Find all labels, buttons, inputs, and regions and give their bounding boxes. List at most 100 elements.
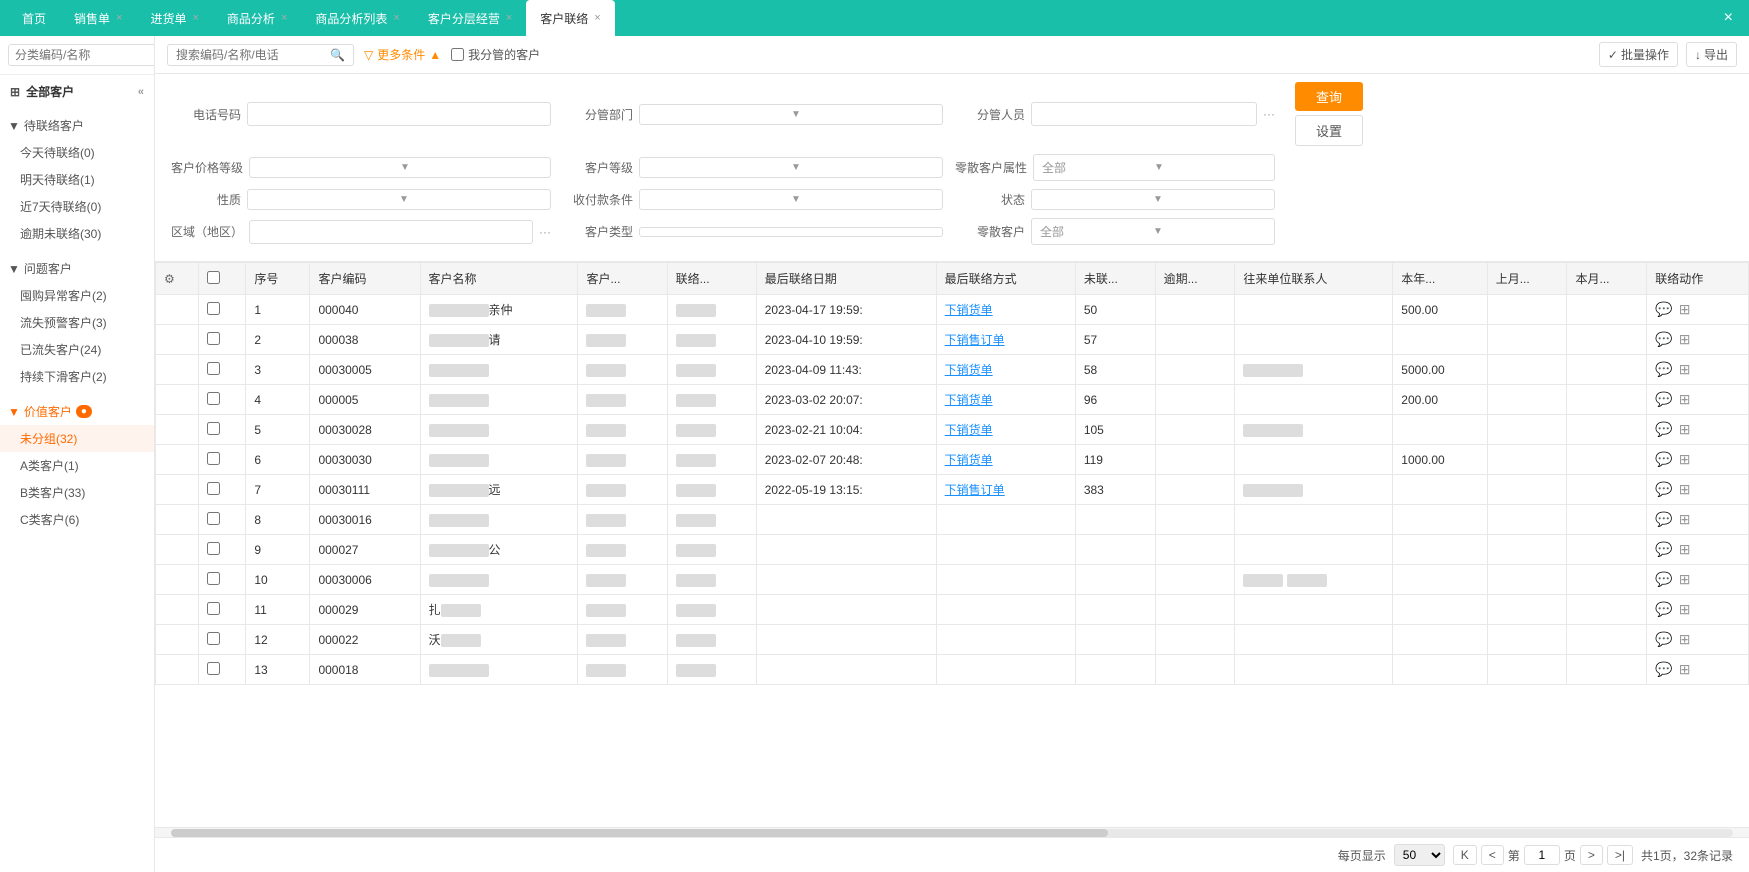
grid-action-icon[interactable]: ⊞ [1679,481,1691,498]
customer-grade-select[interactable]: ▼ [639,157,943,178]
staff-input[interactable] [1031,102,1257,126]
th-this-month[interactable]: 本月... [1567,263,1647,295]
chat-icon[interactable]: 💬 [1655,601,1672,618]
next-page-btn[interactable]: > [1580,845,1603,865]
gender-select[interactable]: ▼ [247,189,551,210]
td-check[interactable] [199,655,246,685]
td-last-method[interactable] [936,535,1075,565]
row-check[interactable] [207,662,220,675]
sidebar-item-ungroup[interactable]: 未分组(32) [0,425,154,452]
row-check[interactable] [207,422,220,435]
sidebar-item-churn-warn[interactable]: 流失预警客户(3) [0,309,154,336]
tab-product-analysis-close[interactable]: × [281,12,287,24]
batch-ops-button[interactable]: ✓ 批量操作 [1599,42,1678,67]
th-last-date[interactable]: 最后联络日期 [756,263,936,295]
phone-input[interactable] [247,102,551,126]
tab-purchase[interactable]: 进货单 × [136,0,212,36]
td-last-method[interactable] [936,595,1075,625]
filter-search-icon[interactable]: 🔍 [330,48,345,62]
filter-search-input[interactable] [176,48,326,62]
grid-action-icon[interactable]: ⊞ [1679,301,1691,318]
th-overdue[interactable]: 逾期... [1155,263,1235,295]
sidebar-item-7days[interactable]: 近7天待联络(0) [0,193,154,220]
td-check[interactable] [199,295,246,325]
prev-page-btn[interactable]: < [1481,845,1504,865]
td-last-method[interactable] [936,505,1075,535]
td-last-method[interactable]: 下销货单 [936,355,1075,385]
grid-action-icon[interactable]: ⊞ [1679,421,1691,438]
td-check[interactable] [199,595,246,625]
tab-sales[interactable]: 销售单 × [60,0,136,36]
sidebar-item-today[interactable]: 今天待联络(0) [0,139,154,166]
chat-icon[interactable]: 💬 [1655,301,1672,318]
sidebar-item-hoarding[interactable]: 囤购异常客户(2) [0,282,154,309]
td-last-method[interactable]: 下销售订单 [936,325,1075,355]
method-link[interactable]: 下销货单 [945,363,993,377]
td-last-method[interactable]: 下销货单 [936,295,1075,325]
td-check[interactable] [199,385,246,415]
row-check[interactable] [207,512,220,525]
tab-customer-segment-close[interactable]: × [506,12,512,24]
chat-icon[interactable]: 💬 [1655,631,1672,648]
tab-product-list-close[interactable]: × [393,12,399,24]
sidebar-item-class-c[interactable]: C类客户(6) [0,506,154,533]
all-customers-section[interactable]: ⊞ 全部客户 « [0,75,154,108]
tab-customer-contact-close[interactable]: × [594,12,600,24]
td-last-method[interactable] [936,655,1075,685]
th-check[interactable] [199,263,246,295]
retail-customer-select[interactable]: 全部 ▼ [1031,218,1275,245]
row-check[interactable] [207,392,220,405]
grid-action-icon[interactable]: ⊞ [1679,331,1691,348]
td-last-method[interactable]: 下销货单 [936,385,1075,415]
th-code[interactable]: 客户编码 [310,263,420,295]
th-customer-type[interactable]: 客户... [578,263,667,295]
chat-icon[interactable]: 💬 [1655,661,1672,678]
query-button[interactable]: 查询 [1295,82,1363,111]
grid-action-icon[interactable]: ⊞ [1679,631,1691,648]
th-last-month[interactable]: 上月... [1487,263,1567,295]
th-name[interactable]: 客户名称 [420,263,578,295]
collapse-icon[interactable]: « [138,86,144,98]
row-check[interactable] [207,302,220,315]
td-check[interactable] [199,565,246,595]
row-check[interactable] [207,362,220,375]
th-unlink[interactable]: 未联... [1075,263,1155,295]
sidebar-item-overdue[interactable]: 逾期未联络(30) [0,220,154,247]
row-check[interactable] [207,542,220,555]
td-last-method[interactable] [936,625,1075,655]
grid-action-icon[interactable]: ⊞ [1679,511,1691,528]
price-grade-select[interactable]: ▼ [249,157,551,178]
select-all-check[interactable] [207,271,220,284]
method-link[interactable]: 下销货单 [945,453,993,467]
chat-icon[interactable]: 💬 [1655,481,1672,498]
per-page-select[interactable]: 50 100 [1394,844,1445,866]
grid-action-icon[interactable]: ⊞ [1679,541,1691,558]
td-check[interactable] [199,475,246,505]
export-button[interactable]: ↓ 导出 [1686,42,1737,67]
window-close-icon[interactable]: × [1716,9,1741,27]
row-check[interactable] [207,602,220,615]
td-check[interactable] [199,625,246,655]
grid-action-icon[interactable]: ⊞ [1679,571,1691,588]
td-last-method[interactable]: 下销售订单 [936,475,1075,505]
more-conditions-btn[interactable]: ▽ 更多条件 ▲ [364,46,441,63]
td-last-method[interactable]: 下销货单 [936,445,1075,475]
row-check[interactable] [207,482,220,495]
td-check[interactable] [199,355,246,385]
tab-customer-segment[interactable]: 客户分层经营 × [414,0,526,36]
horizontal-scrollbar[interactable] [155,827,1749,837]
pending-contact-title[interactable]: ▼ 待联络客户 [0,112,154,139]
td-check[interactable] [199,325,246,355]
method-link[interactable]: 下销货单 [945,393,993,407]
tab-product-list[interactable]: 商品分析列表 × [301,0,413,36]
chat-icon[interactable]: 💬 [1655,391,1672,408]
row-check[interactable] [207,332,220,345]
region-input[interactable] [249,220,533,244]
grid-action-icon[interactable]: ⊞ [1679,661,1691,678]
value-customers-title[interactable]: ▼ 价值客户 ● [0,398,154,425]
home-tab[interactable]: 首页 [8,0,60,36]
staff-more-icon[interactable]: ··· [1263,107,1275,121]
last-page-btn[interactable]: >| [1607,845,1633,865]
retail-attr-select[interactable]: 全部 ▼ [1033,154,1275,181]
my-customers-check[interactable] [451,48,464,61]
